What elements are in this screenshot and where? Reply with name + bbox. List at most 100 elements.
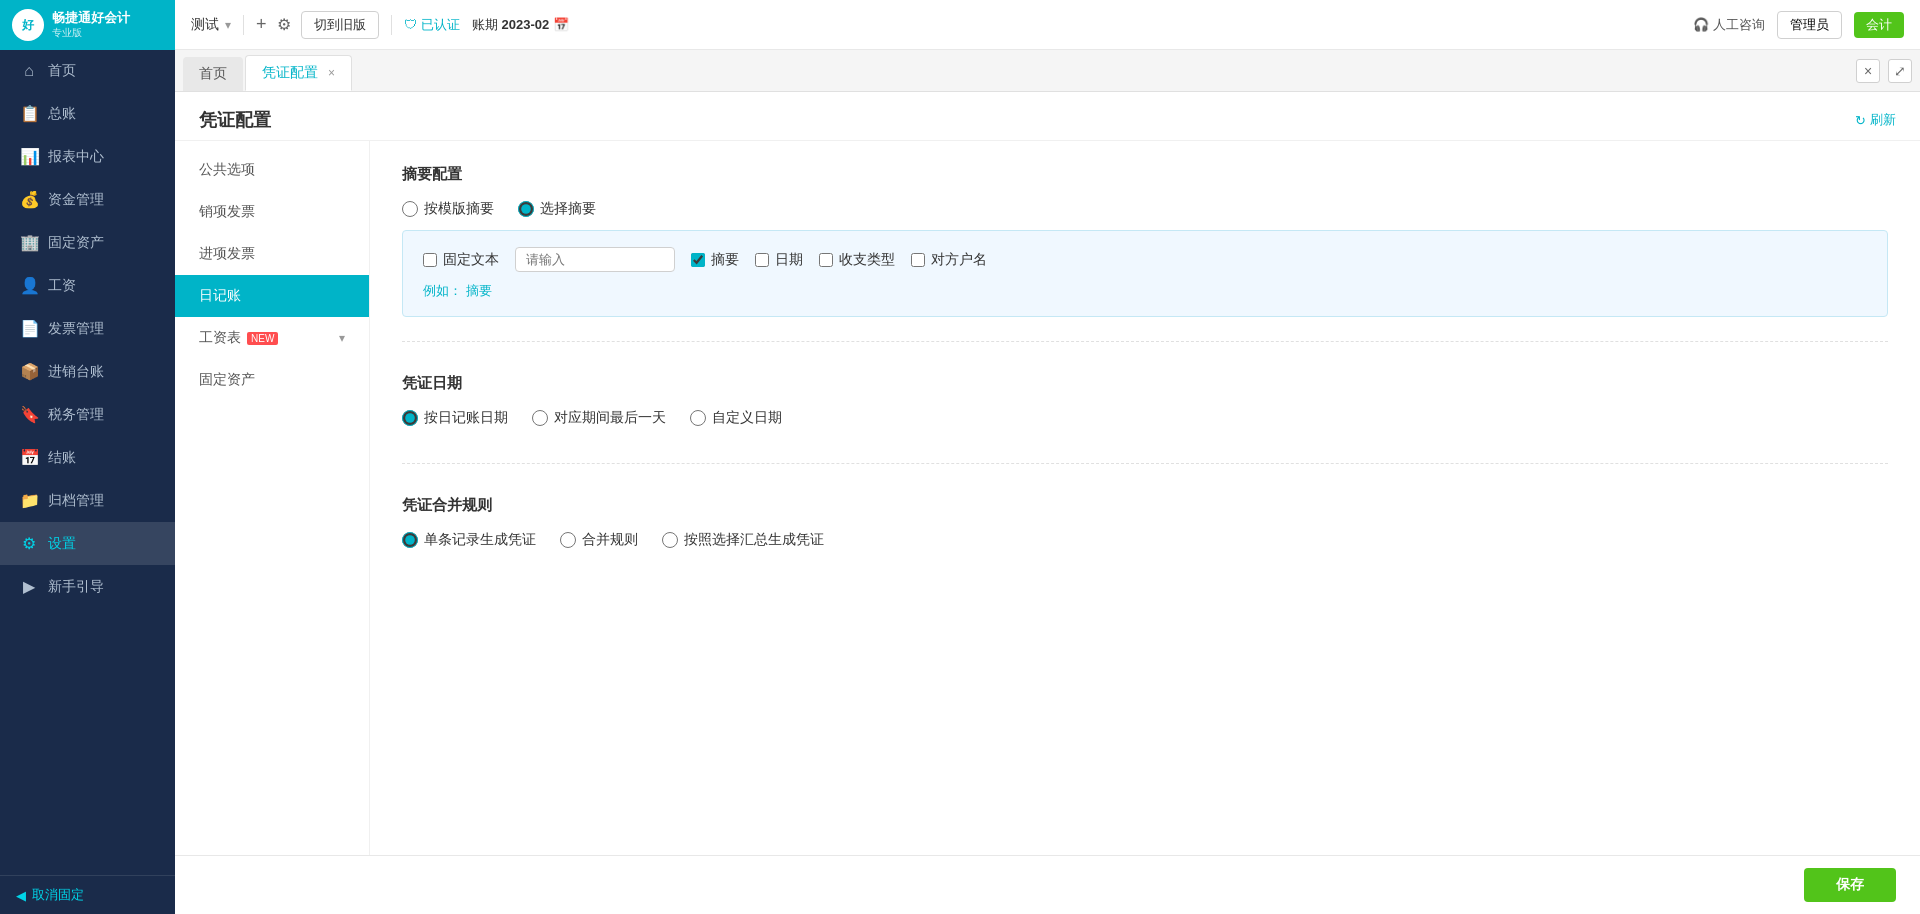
sidebar-item-home[interactable]: ⌂ 首页	[0, 50, 175, 92]
left-nav: 公共选项 销项发票 进项发票 日记账 工资表 NEW	[175, 141, 370, 855]
custom-date-option[interactable]: 自定义日期	[690, 409, 782, 427]
date-radio-group: 按日记账日期 对应期间最后一天 自定义日期	[402, 409, 1888, 427]
sidebar-item-salary[interactable]: 👤 工资	[0, 264, 175, 307]
sidebar-item-ledger[interactable]: 📋 总账	[0, 92, 175, 135]
summary-cb-option[interactable]: 摘要	[691, 251, 739, 269]
new-badge: NEW	[247, 332, 278, 345]
close-account-icon: 📅	[20, 448, 38, 467]
summary-select-option[interactable]: 选择摘要	[518, 200, 596, 218]
content-area: 凭证配置 ↻ 刷新 公共选项 销项发票 进项发票 日记账	[175, 92, 1920, 914]
cashtype-checkbox[interactable]	[819, 253, 833, 267]
capital-icon: 💰	[20, 190, 38, 209]
add-company-icon[interactable]: +	[256, 14, 267, 35]
period-last-radio[interactable]	[532, 410, 548, 426]
journal-date-option[interactable]: 按日记账日期	[402, 409, 508, 427]
section-merge: 凭证合并规则 单条记录生成凭证 合并规则 按照选择汇总生成凭证	[402, 496, 1888, 585]
nav-item-journal[interactable]: 日记账	[175, 275, 369, 317]
nav-item-public[interactable]: 公共选项	[175, 149, 369, 191]
summary-radio-group: 按模版摘要 选择摘要	[402, 200, 1888, 218]
counterparty-checkbox[interactable]	[911, 253, 925, 267]
summary-example: 例如： 摘要	[423, 282, 1867, 300]
counterparty-cb-option[interactable]: 对方户名	[911, 251, 987, 269]
summary-template-radio[interactable]	[402, 201, 418, 217]
ledger-icon: 📋	[20, 104, 38, 123]
sidebar-item-sales[interactable]: 📦 进销台账	[0, 350, 175, 393]
summary-checkbox[interactable]	[691, 253, 705, 267]
refresh-icon: ↻	[1855, 113, 1866, 128]
pin-icon: ◀	[16, 888, 26, 903]
save-button[interactable]: 保存	[1804, 868, 1896, 902]
sidebar-nav: ⌂ 首页 📋 总账 📊 报表中心 💰 资金管理 🏢 固定资产 👤 工资 📄 发票…	[0, 50, 175, 875]
sidebar-item-close[interactable]: 📅 结账	[0, 436, 175, 479]
cancel-fixed-button[interactable]: ◀ 取消固定	[0, 875, 175, 914]
asset-icon: 🏢	[20, 233, 38, 252]
merge-rule-option[interactable]: 合并规则	[560, 531, 638, 549]
expand-icon: ▾	[339, 331, 345, 345]
single-voucher-radio[interactable]	[402, 532, 418, 548]
merge-rule-radio[interactable]	[560, 532, 576, 548]
content-body: 公共选项 销项发票 进项发票 日记账 工资表 NEW	[175, 141, 1920, 855]
page-title: 凭证配置	[199, 108, 271, 132]
nav-item-fixed-asset[interactable]: 固定资产	[175, 359, 369, 401]
sidebar-item-guide[interactable]: ▶ 新手引导	[0, 565, 175, 608]
company-dropdown-icon: ▾	[225, 18, 231, 32]
sidebar-item-invoice[interactable]: 📄 发票管理	[0, 307, 175, 350]
report-icon: 📊	[20, 147, 38, 166]
date-cb-option[interactable]: 日期	[755, 251, 803, 269]
period-last-option[interactable]: 对应期间最后一天	[532, 409, 666, 427]
select-merge-radio[interactable]	[662, 532, 678, 548]
shield-icon: 🛡	[404, 17, 417, 32]
fixed-text-checkbox[interactable]	[423, 253, 437, 267]
topbar: 测试 ▾ + ⚙ 切到旧版 🛡 已认证 账期 2023-02 📅 🎧 人工咨询 …	[175, 0, 1920, 50]
close-window-button[interactable]: ×	[1856, 59, 1880, 83]
topbar-divider-2	[391, 15, 392, 35]
nav-item-sales-invoice[interactable]: 销项发票	[175, 191, 369, 233]
maximize-window-button[interactable]: ⤢	[1888, 59, 1912, 83]
settings-icon: ⚙	[20, 534, 38, 553]
manager-button[interactable]: 管理员	[1777, 11, 1842, 39]
nav-item-purchase-invoice[interactable]: 进项发票	[175, 233, 369, 275]
content-header: 凭证配置 ↻ 刷新	[175, 92, 1920, 141]
accountant-button[interactable]: 会计	[1854, 12, 1904, 38]
settings-topbar-icon[interactable]: ⚙	[277, 15, 291, 34]
topbar-right: 🎧 人工咨询 管理员 会计	[1693, 11, 1904, 39]
logo-text: 畅捷通好会计 专业版	[52, 10, 130, 41]
tab-voucher-config[interactable]: 凭证配置 ×	[245, 55, 352, 91]
single-voucher-option[interactable]: 单条记录生成凭证	[402, 531, 536, 549]
summary-section-title: 摘要配置	[402, 165, 1888, 184]
journal-date-radio[interactable]	[402, 410, 418, 426]
tab-home[interactable]: 首页	[183, 57, 243, 91]
sidebar-item-capital[interactable]: 💰 资金管理	[0, 178, 175, 221]
fixed-text-option[interactable]: 固定文本	[423, 251, 499, 269]
sales-icon: 📦	[20, 362, 38, 381]
select-merge-option[interactable]: 按照选择汇总生成凭证	[662, 531, 824, 549]
sidebar-item-tax[interactable]: 🔖 税务管理	[0, 393, 175, 436]
nav-item-salary-table[interactable]: 工资表 NEW ▾	[175, 317, 369, 359]
bottom-bar: 保存	[175, 855, 1920, 914]
sidebar-logo: 好 畅捷通好会计 专业版	[0, 0, 175, 50]
invoice-icon: 📄	[20, 319, 38, 338]
sidebar-item-report[interactable]: 📊 报表中心	[0, 135, 175, 178]
fixed-text-input[interactable]	[515, 247, 675, 272]
sidebar-item-archive[interactable]: 📁 归档管理	[0, 479, 175, 522]
switch-version-button[interactable]: 切到旧版	[301, 11, 379, 39]
summary-select-radio[interactable]	[518, 201, 534, 217]
date-checkbox[interactable]	[755, 253, 769, 267]
sidebar-item-settings[interactable]: ⚙ 设置	[0, 522, 175, 565]
summary-template-option[interactable]: 按模版摘要	[402, 200, 494, 218]
calendar-icon[interactable]: 📅	[553, 17, 569, 32]
section-date: 凭证日期 按日记账日期 对应期间最后一天 自定义日期	[402, 374, 1888, 464]
custom-date-radio[interactable]	[690, 410, 706, 426]
sidebar-item-asset[interactable]: 🏢 固定资产	[0, 221, 175, 264]
summary-config-row: 固定文本 摘要 日期	[423, 247, 1867, 272]
consult-button[interactable]: 🎧 人工咨询	[1693, 16, 1765, 34]
headphone-icon: 🎧	[1693, 17, 1709, 32]
sidebar: 好 畅捷通好会计 专业版 ⌂ 首页 📋 总账 📊 报表中心 💰 资金管理 🏢 固…	[0, 0, 175, 914]
home-icon: ⌂	[20, 62, 38, 80]
topbar-divider-1	[243, 15, 244, 35]
refresh-button[interactable]: ↻ 刷新	[1855, 111, 1896, 129]
tab-close-icon[interactable]: ×	[328, 66, 335, 80]
company-name[interactable]: 测试 ▾	[191, 16, 231, 34]
date-section-title: 凭证日期	[402, 374, 1888, 393]
cashtype-cb-option[interactable]: 收支类型	[819, 251, 895, 269]
